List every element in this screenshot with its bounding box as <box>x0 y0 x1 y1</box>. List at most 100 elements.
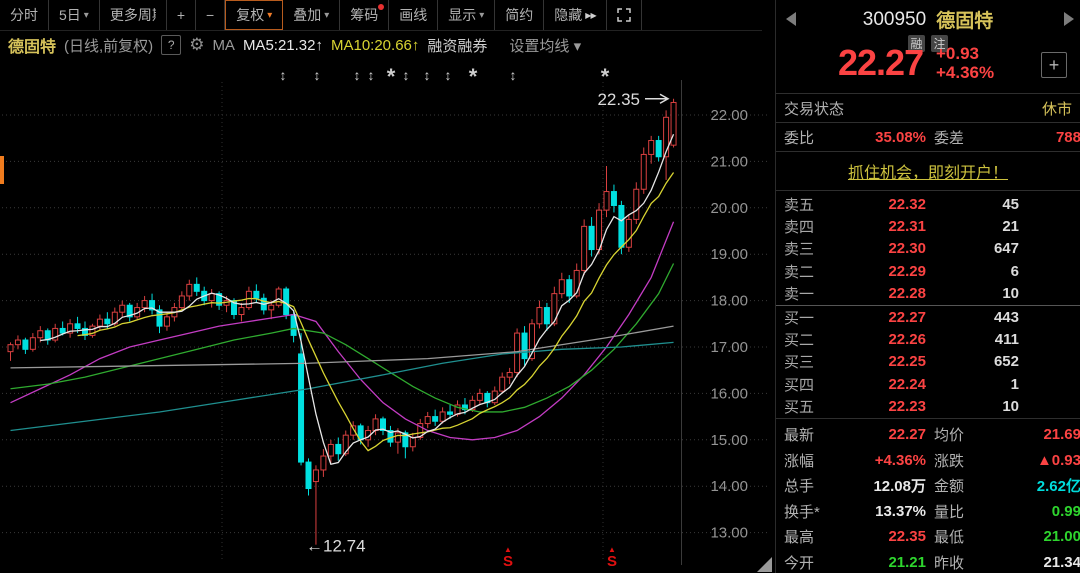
candlestick-chart: 22.0021.0020.0019.0018.0017.0016.0015.00… <box>0 60 775 573</box>
toolbar-button-chips[interactable]: 筹码 <box>340 0 389 30</box>
orderbook-cell: 411 <box>926 331 1019 348</box>
stats-cell: 涨幅 <box>784 450 846 471</box>
stats-cell: 2.62亿 <box>996 475 1080 496</box>
orderbook-cell: 10 <box>926 285 1019 302</box>
orderbook-row[interactable]: 买五22.2310 <box>776 396 1080 418</box>
orderbook-row[interactable]: 卖五22.3245 <box>776 193 1080 215</box>
orderbook-cell: 卖二 <box>784 261 832 282</box>
toolbar-button-hide[interactable]: 隐藏▶▶ <box>544 0 606 30</box>
y-axis-label: 19.00 <box>710 246 748 263</box>
orderbook-row[interactable]: 卖二22.296 <box>776 260 1080 282</box>
orderbook-cell: 22.26 <box>832 331 926 348</box>
resize-corner-handle[interactable] <box>757 557 772 572</box>
candle-body <box>641 154 646 189</box>
orderbook-row[interactable]: 卖三22.30647 <box>776 238 1080 260</box>
toolbar-button-minute[interactable]: 分时 <box>0 0 49 30</box>
stats-cell: ▲0.93 <box>996 452 1080 469</box>
candle-body <box>440 412 445 421</box>
orderbook-cell: 443 <box>926 309 1019 326</box>
ma-settings-button[interactable]: 设置均线 ▾ <box>509 35 581 56</box>
stats-cell: +4.36% <box>846 452 926 469</box>
next-stock-button[interactable] <box>1064 12 1074 26</box>
toolbar-button-zoom-out[interactable]: − <box>196 0 225 30</box>
notification-dot <box>378 4 384 10</box>
add-to-watchlist-button[interactable]: + <box>1041 52 1067 78</box>
orderbook-row[interactable]: 买一22.27443 <box>776 305 1080 328</box>
toolbar-label: 画线 <box>399 5 427 25</box>
help-icon[interactable]: ? <box>161 35 181 55</box>
orderbook-cell: 22.24 <box>832 376 926 393</box>
candle-body <box>522 333 527 359</box>
stats-row: 最新22.27均价21.69 <box>776 422 1080 448</box>
low-annotation: ←12.74 <box>306 537 366 556</box>
candle-body <box>500 377 505 391</box>
candle-body <box>15 340 20 345</box>
toolbar-button-draw-line[interactable]: 画线 <box>389 0 438 30</box>
orderbook-row[interactable]: 买四22.241 <box>776 373 1080 395</box>
chevron-down-icon: ▾ <box>479 10 484 21</box>
candle-body <box>187 284 192 296</box>
toolbar: 分时 5日▾更多周期 +−复权▾叠加▾筹码画线显示▾简约隐藏▶▶ <box>0 0 762 31</box>
stats-row: 最高22.35最低21.00 <box>776 524 1080 550</box>
star-marker-icon: * <box>469 64 478 89</box>
candle-body <box>336 444 341 453</box>
toolbar-label: 分时 <box>10 5 38 25</box>
toolbar-button-zoom-in[interactable]: + <box>167 0 196 30</box>
candle-body <box>164 317 169 326</box>
toolbar-button-fullscreen[interactable] <box>607 0 642 30</box>
toolbar-button-overlay[interactable]: 叠加▾ <box>283 0 340 30</box>
high-annotation: 22.35 <box>597 90 640 109</box>
gear-icon[interactable]: ⚙ <box>189 35 204 55</box>
margin-trading-label[interactable]: 融资融券 <box>427 35 487 56</box>
toolbar-button-five-day[interactable]: 5日▾ <box>49 0 100 30</box>
stats-row: 涨幅+4.36%涨跌▲0.93 <box>776 448 1080 474</box>
toolbar-button-adjust[interactable]: 复权▾ <box>225 0 283 30</box>
orderbook-row[interactable]: 买三22.25652 <box>776 351 1080 373</box>
toolbar-button-more-period[interactable]: 更多周期 <box>100 0 167 30</box>
chart-header: 德固特 (日线,前复权) ? ⚙ MA MA5:21.32↑ MA10:20.6… <box>0 30 775 60</box>
updown-arrow-marker-icon: ↕ <box>403 67 410 83</box>
orderbook-cell: 21 <box>926 218 1019 235</box>
y-axis-label: 22.00 <box>710 107 748 124</box>
orderbook-cell: 45 <box>926 196 1019 213</box>
stats-cell: 13.37% <box>846 503 926 520</box>
updown-arrow-marker-icon: ↕ <box>314 67 321 83</box>
change-percent: +4.36% <box>936 63 994 82</box>
y-axis-label: 13.00 <box>710 525 748 542</box>
candle-body <box>321 456 326 470</box>
stats-cell: 最高 <box>784 526 846 547</box>
toolbar-label: + <box>177 7 185 23</box>
stats-cell: 0.99 <box>996 503 1080 520</box>
candle-body <box>142 301 147 308</box>
candle-body <box>567 280 572 296</box>
stock-app-window: 分时5日▾更多周期+−复权▾叠加▾筹码画线显示▾简约隐藏▶▶ 德固特 (日线,前… <box>0 0 1080 573</box>
candle-body <box>597 210 602 249</box>
stats-cell: 今开 <box>784 552 846 573</box>
orderbook-cell: 652 <box>926 353 1019 370</box>
open-account-link[interactable]: 抓住机会，即刻开户！ <box>848 159 1008 183</box>
trade-status-row: 交易状态 休市 <box>776 93 1080 122</box>
stats-cell: 最新 <box>784 424 846 445</box>
candle-body <box>306 462 311 488</box>
updown-arrow-marker-icon: ↕ <box>424 67 431 83</box>
fullscreen-icon <box>617 8 631 22</box>
orderbook-cell: 22.29 <box>832 263 926 280</box>
orderbook-cell: 22.23 <box>832 398 926 415</box>
double-chevron-right-icon: ▶▶ <box>585 11 595 20</box>
candle-body <box>626 219 631 247</box>
chart-stock-name: 德固特 <box>8 33 56 57</box>
orderbook-cell: 卖三 <box>784 238 832 259</box>
orderbook-row[interactable]: 卖一22.2810 <box>776 283 1080 305</box>
orderbook-cell: 买一 <box>784 307 832 328</box>
y-axis-label: 17.00 <box>710 339 748 356</box>
candle-body <box>209 294 214 301</box>
toolbar-button-display[interactable]: 显示▾ <box>438 0 495 30</box>
orderbook-row[interactable]: 买二22.26411 <box>776 328 1080 350</box>
toolbar-button-simple[interactable]: 简约 <box>495 0 544 30</box>
orderbook-row[interactable]: 卖四22.3121 <box>776 215 1080 237</box>
prev-stock-button[interactable] <box>786 12 796 26</box>
candle-body <box>492 391 497 403</box>
updown-arrow-marker-icon: ↕ <box>510 67 517 83</box>
candle-body <box>544 308 549 324</box>
chart-area[interactable]: 22.0021.0020.0019.0018.0017.0016.0015.00… <box>0 60 775 573</box>
